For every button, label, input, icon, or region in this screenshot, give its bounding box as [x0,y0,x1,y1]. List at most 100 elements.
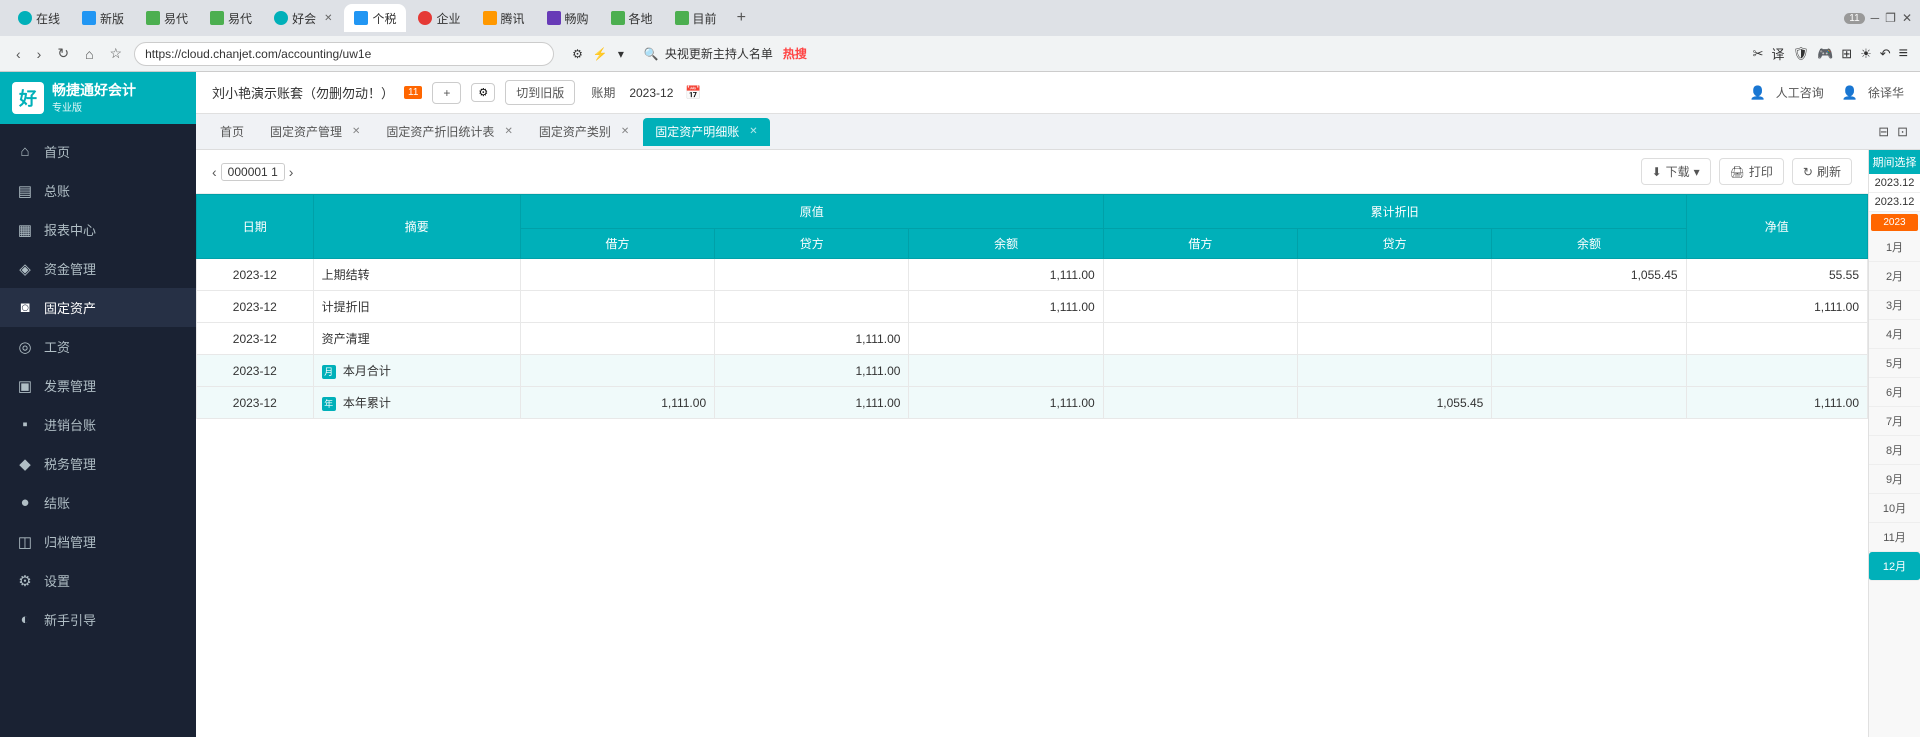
period-item-8[interactable]: 8月 [1869,436,1920,465]
cell-orig-credit-4: 1,111.00 [715,355,909,387]
period-item-6[interactable]: 6月 [1869,378,1920,407]
prev-page-button[interactable]: ‹ [212,164,217,180]
tab-asset-category[interactable]: 固定资产类别 ✕ [527,118,641,146]
help-btn[interactable]: 人工咨询 [1776,84,1824,101]
tab-depreciation-stat-label: 固定资产折旧统计表 [386,123,494,140]
shield-icon[interactable]: 🛡 [1792,46,1809,62]
user-btn[interactable]: 徐译华 [1868,84,1904,101]
sidebar-item-funds[interactable]: ◈ 资金管理 [0,249,196,288]
tab-close-fixed-asset-mgmt[interactable]: ✕ [352,126,360,137]
browser-tab-chang[interactable]: 畅购 [537,4,599,32]
translate-icon[interactable]: 译 [1771,44,1784,63]
period-item-12[interactable]: 12月 [1869,552,1920,581]
add-account-button[interactable]: + [432,82,461,104]
table-row: 2023-12 计提折旧 1,111.00 1,111.00 [197,291,1868,323]
tab-home[interactable]: 首页 [208,118,256,146]
sidebar-item-close-period[interactable]: ● 结账 [0,483,196,522]
tab-asset-ledger[interactable]: 固定资产明细账 ✕ [643,118,769,146]
address-input[interactable] [134,42,554,66]
browser-tab-yidai2[interactable]: 易代 [200,4,262,32]
tab-close-asset-ledger[interactable]: ✕ [749,126,757,137]
next-page-button[interactable]: › [289,164,294,180]
period-item-2[interactable]: 2月 [1869,262,1920,291]
sidebar-item-payroll[interactable]: ◎ 工资 [0,327,196,366]
download-arrow: ▾ [1694,165,1700,179]
browser-tab-gedi[interactable]: 各地 [601,4,663,32]
browser-tab-online[interactable]: 在线 [8,4,70,32]
extension-icon1[interactable]: ⚙ [572,47,583,61]
refresh-button[interactable]: ↻ 刷新 [1792,158,1852,185]
sidebar-item-reports[interactable]: ▦ 报表中心 [0,210,196,249]
period-item-7[interactable]: 7月 [1869,407,1920,436]
guide-icon: ◐ [16,611,34,628]
home-icon: ⌂ [16,143,34,160]
tab-close-depreciation-stat[interactable]: ✕ [504,126,512,137]
menu-icon[interactable]: ≡ [1899,45,1908,63]
browser-tab-haohui[interactable]: 好会 ✕ [264,4,342,32]
period-date1: 2023.12 [1869,174,1920,193]
home-nav-button[interactable]: ⌂ [81,44,97,64]
browser-tab-qiye[interactable]: 企业 [408,4,470,32]
th-net-value: 净值 [1686,195,1867,259]
browser-tab-geshui[interactable]: 个税 [344,4,406,32]
settings-account-button[interactable]: ⚙ [471,83,495,102]
period-item-10[interactable]: 10月 [1869,494,1920,523]
download-button[interactable]: ⬇ 下载 ▾ [1641,158,1711,185]
minimize-icon[interactable]: ─ [1871,11,1880,25]
sidebar-item-fixed-assets[interactable]: ◙ 固定资产 [0,288,196,327]
period-item-11[interactable]: 11月 [1869,523,1920,552]
tab-fixed-asset-mgmt[interactable]: 固定资产管理 ✕ [258,118,372,146]
app-container: 好 畅捷通好会计 专业版 ⌂ 首页 ▤ 总账 ▦ 报表中心 ◈ 资金管理 [0,72,1920,737]
game-icon[interactable]: 🎮 [1817,46,1833,62]
print-button[interactable]: 🖨 打印 [1719,158,1784,185]
summary-label-5: 本年累计 [343,396,391,410]
sidebar-label-ledger: 总账 [44,181,70,200]
tab-close-asset-category[interactable]: ✕ [621,126,629,137]
page-num-value: 1 [271,165,278,179]
browser-tab-yidai1[interactable]: 易代 [136,4,198,32]
extension-icon2[interactable]: ⚡ [593,47,608,61]
sidebar-item-home[interactable]: ⌂ 首页 [0,132,196,171]
switch-version-button[interactable]: 切到旧版 [505,80,575,105]
th-accum-debit: 借方 [1103,229,1297,259]
bookmark-button[interactable]: ☆ [106,43,127,64]
sidebar-item-guide[interactable]: ◐ 新手引导 [0,600,196,639]
sidebar-item-archive[interactable]: ◫ 归档管理 [0,522,196,561]
period-item-3[interactable]: 3月 [1869,291,1920,320]
scissors-icon[interactable]: ✂ [1753,46,1764,62]
close-window-icon[interactable]: ✕ [1902,11,1912,25]
sidebar-item-ledger[interactable]: ▤ 总账 [0,171,196,210]
sidebar-logo[interactable]: 好 畅捷通好会计 专业版 [0,72,196,124]
settings-icon: ⚙ [16,572,34,590]
forward-button[interactable]: › [33,44,46,64]
window-maximize-icon[interactable]: ⊡ [1897,124,1908,140]
content-main: ‹ 000001 1 › ⬇ 下载 ▾ [196,150,1868,737]
back-button[interactable]: ‹ [12,44,25,64]
sidebar-item-settings[interactable]: ⚙ 设置 [0,561,196,600]
print-icon: 🖨 [1730,165,1745,179]
cell-accum-debit-2 [1103,291,1297,323]
browser-tab-tengxun[interactable]: 腾讯 [473,4,535,32]
tab-depreciation-stat[interactable]: 固定资产折旧统计表 ✕ [374,118,524,146]
reload-button[interactable]: ↻ [53,43,73,64]
period-item-5[interactable]: 5月 [1869,349,1920,378]
brightness-icon[interactable]: ☀ [1860,46,1872,62]
browser-tab-new[interactable]: 新版 [72,4,134,32]
new-tab-button[interactable]: + [729,9,754,27]
browser-tab-muqian[interactable]: 目前 [665,4,727,32]
restore-icon[interactable]: ❐ [1885,11,1896,25]
dropdown-icon[interactable]: ▾ [618,47,624,61]
search-text: 央视更新主持人名单 [665,45,773,62]
grid-icon[interactable]: ⊞ [1841,46,1852,62]
toolbar-actions: ⬇ 下载 ▾ 🖨 打印 ↻ 刷新 [1641,158,1852,185]
sidebar-item-invoice[interactable]: ▣ 发票管理 [0,366,196,405]
tab-close-icon[interactable]: ✕ [324,13,332,24]
calendar-icon[interactable]: 📅 [685,85,701,101]
period-item-1[interactable]: 1月 [1869,233,1920,262]
period-item-4[interactable]: 4月 [1869,320,1920,349]
period-item-9[interactable]: 9月 [1869,465,1920,494]
history-icon[interactable]: ↶ [1880,46,1891,62]
sidebar-item-inventory[interactable]: ▪ 进销台账 [0,405,196,444]
sidebar-item-tax[interactable]: ◆ 税务管理 [0,444,196,483]
window-minimize-icon[interactable]: ⊟ [1878,124,1889,140]
